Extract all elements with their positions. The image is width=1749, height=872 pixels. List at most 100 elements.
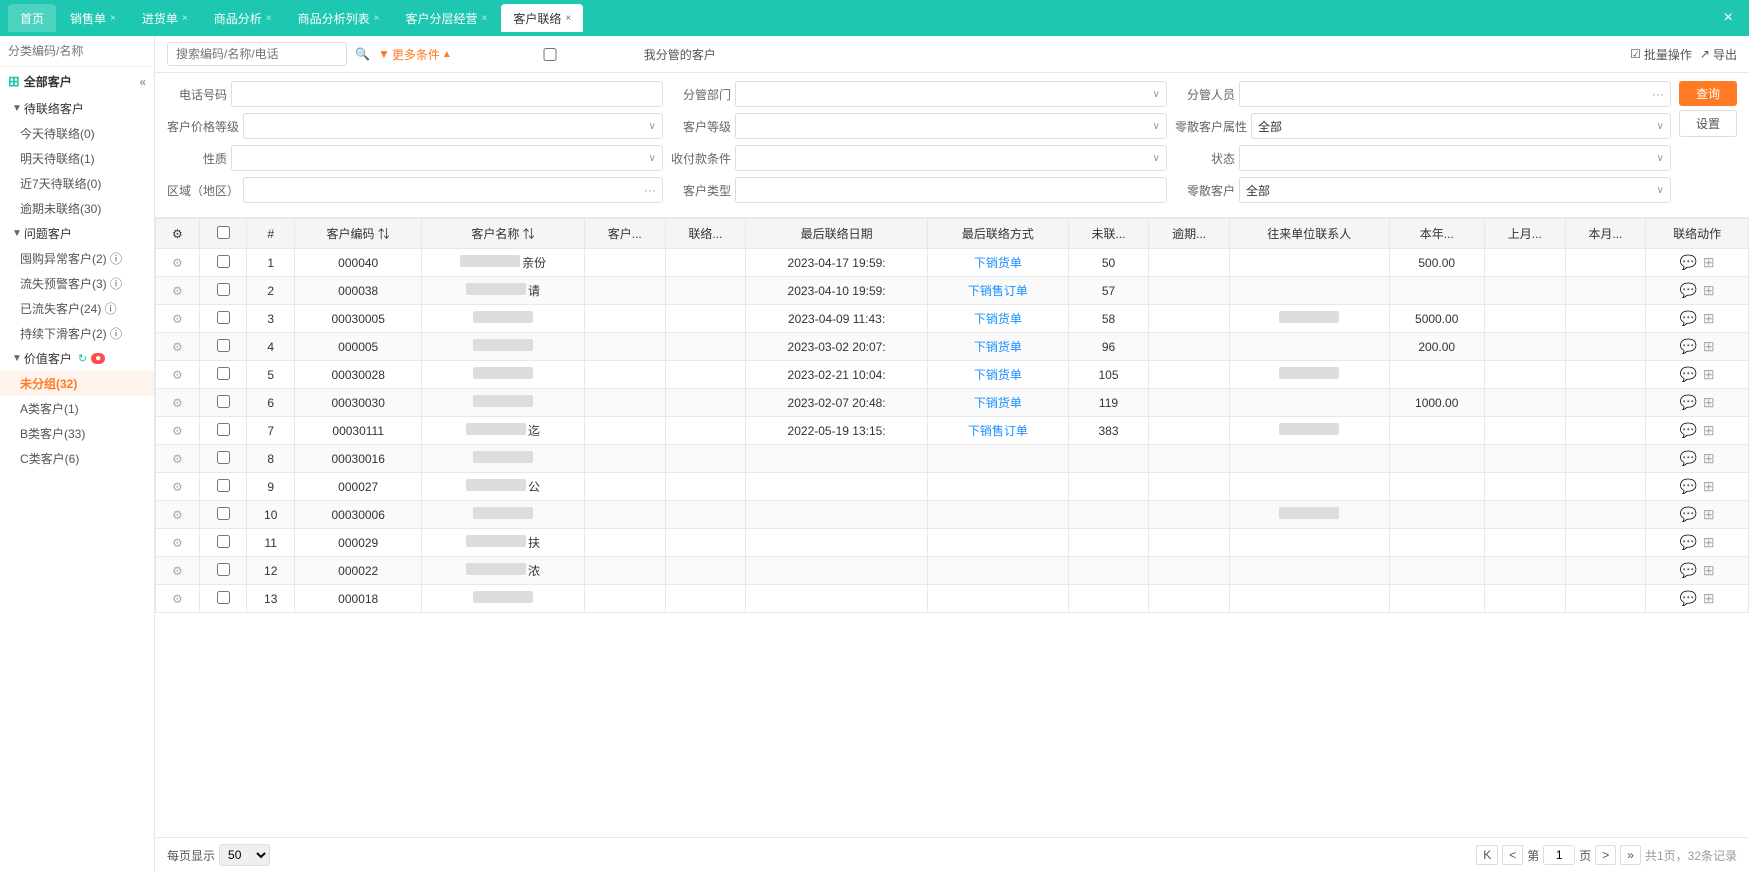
contact-method-link[interactable]: 下销售订单 — [968, 284, 1028, 298]
all-customers-header[interactable]: ⊞ 全部客户 « — [0, 67, 154, 96]
gear-cell[interactable]: ⚙ — [156, 417, 200, 445]
gear-cell[interactable]: ⚙ — [156, 305, 200, 333]
contact-method-link[interactable]: 下销售订单 — [968, 424, 1028, 438]
gear-header[interactable]: ⚙ — [156, 219, 200, 249]
manager-input[interactable]: ··· — [1239, 81, 1671, 107]
checkbox-header[interactable] — [199, 219, 246, 249]
grid-action-icon[interactable]: ⊞ — [1703, 506, 1715, 523]
sidebar-item-today[interactable]: 今天待联络(0) — [0, 121, 154, 146]
sidebar-group-problem[interactable]: ▼ 问题客户 — [0, 221, 154, 246]
phone-input[interactable] — [231, 81, 663, 107]
gear-cell[interactable]: ⚙ — [156, 333, 200, 361]
checkbox-cell[interactable] — [199, 501, 246, 529]
sidebar-group-value[interactable]: ▼ 价值客户 ↻ ● — [0, 346, 154, 371]
nav-tab-analysis-list[interactable]: 商品分析列表 × — [286, 4, 392, 32]
overdue-header[interactable]: 逾期... — [1149, 219, 1230, 249]
filter-search-icon[interactable]: 🔍 — [355, 47, 370, 61]
close-purchase-icon[interactable]: × — [182, 13, 188, 24]
sidebar-item-overdue[interactable]: 逾期未联络(30) — [0, 196, 154, 221]
grid-action-icon[interactable]: ⊞ — [1703, 450, 1715, 467]
sidebar-item-class-a[interactable]: A类客户(1) — [0, 396, 154, 421]
grid-action-icon[interactable]: ⊞ — [1703, 310, 1715, 327]
nav-tab-analysis[interactable]: 商品分析 × — [202, 4, 284, 32]
this-year-header[interactable]: 本年... — [1389, 219, 1484, 249]
contact-method-link[interactable]: 下销货单 — [974, 396, 1022, 410]
retail-attr-select[interactable]: 全部 ∨ — [1251, 113, 1671, 139]
checkbox-cell[interactable] — [199, 249, 246, 277]
page-input[interactable] — [1543, 845, 1575, 865]
last-contact-method-cell[interactable] — [928, 445, 1069, 473]
chat-icon[interactable]: 💬 — [1679, 422, 1696, 439]
last-contact-method-cell[interactable] — [928, 557, 1069, 585]
last-contact-method-cell[interactable] — [928, 473, 1069, 501]
select-all-checkbox[interactable] — [217, 226, 230, 239]
sidebar-item-class-b[interactable]: B类客户(33) — [0, 421, 154, 446]
close-customer-contact-icon[interactable]: × — [565, 13, 571, 24]
my-customers-checkbox[interactable] — [460, 48, 640, 61]
chat-icon[interactable]: 💬 — [1679, 590, 1696, 607]
chat-icon[interactable]: 💬 — [1679, 450, 1696, 467]
grid-action-icon[interactable]: ⊞ — [1703, 534, 1715, 551]
status-select[interactable]: ∨ — [1239, 145, 1671, 171]
grid-action-icon[interactable]: ⊞ — [1703, 282, 1715, 299]
gear-cell[interactable]: ⚙ — [156, 501, 200, 529]
customer-type-input[interactable] — [735, 177, 1167, 203]
export-btn[interactable]: ↗ 导出 — [1700, 46, 1737, 63]
refresh-icon[interactable]: ↻ — [78, 352, 87, 365]
gear-cell[interactable]: ⚙ — [156, 473, 200, 501]
chat-icon[interactable]: 💬 — [1679, 310, 1696, 327]
grid-action-icon[interactable]: ⊞ — [1703, 478, 1715, 495]
last-contact-method-header[interactable]: 最后联络方式 — [928, 219, 1069, 249]
close-customer-tier-icon[interactable]: × — [481, 13, 487, 24]
chat-icon[interactable]: 💬 — [1679, 282, 1696, 299]
window-close-button[interactable]: × — [1716, 9, 1741, 27]
gear-cell[interactable]: ⚙ — [156, 557, 200, 585]
search-input[interactable] — [167, 42, 347, 66]
checkbox-cell[interactable] — [199, 445, 246, 473]
grid-action-icon[interactable]: ⊞ — [1703, 254, 1715, 271]
chat-icon[interactable]: 💬 — [1679, 562, 1696, 579]
collapse-sidebar-icon[interactable]: « — [139, 75, 146, 89]
last-contact-method-cell[interactable]: 下销货单 — [928, 361, 1069, 389]
sidebar-item-7days[interactable]: 近7天待联络(0) — [0, 171, 154, 196]
prev-page-button[interactable]: < — [1502, 845, 1523, 865]
last-contact-method-cell[interactable] — [928, 529, 1069, 557]
gear-cell[interactable]: ⚙ — [156, 361, 200, 389]
grid-action-icon[interactable]: ⊞ — [1703, 562, 1715, 579]
last-contact-method-cell[interactable] — [928, 585, 1069, 613]
price-level-select[interactable]: ∨ — [243, 113, 663, 139]
last-contact-method-cell[interactable]: 下销货单 — [928, 249, 1069, 277]
close-sales-icon[interactable]: × — [110, 13, 116, 24]
dept-select[interactable]: ∨ — [735, 81, 1167, 107]
last-contact-method-cell[interactable]: 下销售订单 — [928, 417, 1069, 445]
checkbox-cell[interactable] — [199, 529, 246, 557]
grid-action-icon[interactable]: ⊞ — [1703, 590, 1715, 607]
nav-tab-customer-tier[interactable]: 客户分层经营 × — [393, 4, 499, 32]
sidebar-group-pending[interactable]: ▼ 待联络客户 — [0, 96, 154, 121]
checkbox-cell[interactable] — [199, 333, 246, 361]
partner-contact-header[interactable]: 往来单位联系人 — [1229, 219, 1389, 249]
gear-cell[interactable]: ⚙ — [156, 389, 200, 417]
sidebar-item-tomorrow[interactable]: 明天待联络(1) — [0, 146, 154, 171]
next-page-button[interactable]: > — [1595, 845, 1616, 865]
checkbox-cell[interactable] — [199, 473, 246, 501]
sidebar-item-lost[interactable]: 已流失客户(24) ⓘ — [0, 296, 154, 321]
close-analysis-list-icon[interactable]: × — [374, 13, 380, 24]
type-header[interactable]: 客户... — [584, 219, 665, 249]
last-contact-method-cell[interactable]: 下销货单 — [928, 305, 1069, 333]
last-contact-method-cell[interactable]: 下销售订单 — [928, 277, 1069, 305]
contact-header[interactable]: 联络... — [665, 219, 746, 249]
checkbox-cell[interactable] — [199, 361, 246, 389]
last-month-header[interactable]: 上月... — [1484, 219, 1565, 249]
nav-tab-purchase[interactable]: 进货单 × — [130, 4, 200, 32]
last-contact-date-header[interactable]: 最后联络日期 — [746, 219, 928, 249]
nav-tab-home[interactable]: 首页 — [8, 4, 56, 32]
gear-cell[interactable]: ⚙ — [156, 529, 200, 557]
retail-select[interactable]: 全部 ∨ — [1239, 177, 1671, 203]
uncontacted-header[interactable]: 未联... — [1068, 219, 1149, 249]
per-page-select[interactable]: 50 20 100 — [219, 844, 270, 866]
contact-method-link[interactable]: 下销货单 — [974, 340, 1022, 354]
chat-icon[interactable]: 💬 — [1679, 478, 1696, 495]
chat-icon[interactable]: 💬 — [1679, 534, 1696, 551]
grid-action-icon[interactable]: ⊞ — [1703, 366, 1715, 383]
